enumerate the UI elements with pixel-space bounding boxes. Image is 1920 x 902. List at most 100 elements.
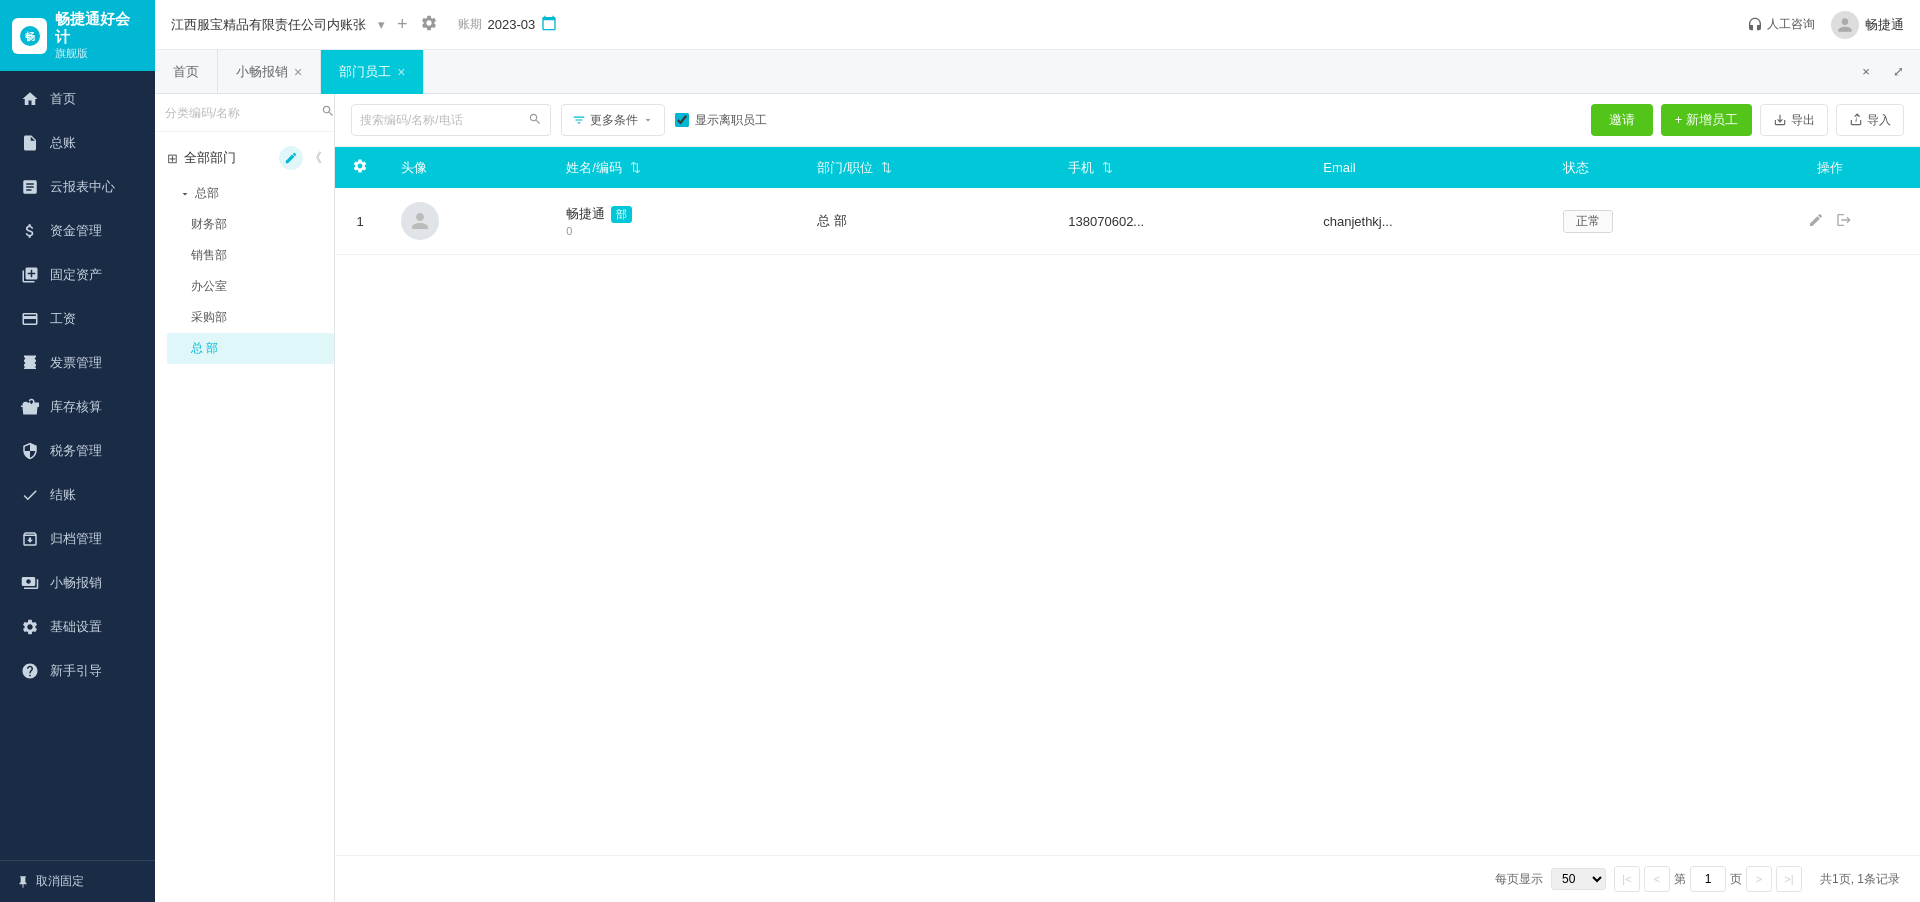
dept-sales-label: 销售部 [191,247,227,264]
table-settings-icon[interactable] [352,162,368,177]
employee-search-icon[interactable] [528,112,542,129]
resigned-checkbox-input[interactable] [675,113,689,127]
topbar-service-button[interactable]: 人工咨询 [1747,16,1815,33]
sidebar-item-label-report: 云报表中心 [50,178,115,196]
sidebar-item-guide[interactable]: 新手引导 [0,649,155,693]
page-next-btn[interactable]: > [1746,866,1772,892]
calendar-icon[interactable] [541,15,557,34]
sidebar-item-fund[interactable]: 资金管理 [0,209,155,253]
col-dept[interactable]: 部门/职位 ⇅ [801,147,1052,188]
col-status: 状态 [1547,147,1741,188]
more-filter-button[interactable]: 更多条件 [561,104,665,136]
dept-sort-icon: ⇅ [881,160,892,175]
tab-employee[interactable]: 部门员工 × [321,50,424,94]
logo-sub: 旗舰版 [55,46,143,61]
employee-search-input[interactable] [360,113,528,127]
settings-icon [20,617,40,637]
topbar-user[interactable]: 畅捷通 [1831,11,1904,39]
employee-table: 头像 姓名/编码 ⇅ 部门/职位 ⇅ 手机 ⇅ [335,147,1920,255]
export-button[interactable]: 导出 [1760,104,1828,136]
sidebar-item-label-salary: 工资 [50,310,76,328]
expense-icon [20,573,40,593]
show-resigned-checkbox[interactable]: 显示离职员工 [675,112,767,129]
invite-button[interactable]: 邀请 [1591,104,1653,136]
filter-label: 更多条件 [590,112,638,129]
dept-all-label: 全部部门 [184,149,236,167]
dept-purchase-label: 采购部 [191,309,227,326]
topbar-dropdown-icon[interactable]: ▾ [378,17,385,32]
dept-collapse-icon[interactable]: 《 [309,149,322,167]
archive-icon [20,529,40,549]
sidebar-item-salary[interactable]: 工资 [0,297,155,341]
dept-item-finance[interactable]: 财务部 [167,209,334,240]
row-avatar [385,188,550,255]
sidebar-item-invoice[interactable]: 发票管理 [0,341,155,385]
dept-parent-item[interactable]: 总部 [167,178,334,209]
sidebar-item-expense[interactable]: 小畅报销 [0,561,155,605]
sidebar-item-asset[interactable]: 固定资产 [0,253,155,297]
export-label: 导出 [1791,112,1815,129]
page-input[interactable] [1690,866,1726,892]
sidebar-pin-button[interactable]: 取消固定 [16,873,139,890]
import-button[interactable]: 导入 [1836,104,1904,136]
dept-search-input[interactable] [165,106,315,120]
sidebar-item-label-archive: 归档管理 [50,530,102,548]
tax-icon [20,441,40,461]
topbar-settings-icon[interactable] [420,14,438,35]
row-status: 正常 [1547,188,1741,255]
sidebar-item-label-fund: 资金管理 [50,222,102,240]
topbar-avatar [1831,11,1859,39]
checkout-icon [20,485,40,505]
tab-expense-label: 小畅报销 [236,63,288,81]
dept-item-headquarters[interactable]: 总 部 [167,333,334,364]
topbar-add-icon[interactable]: + [397,14,408,35]
sidebar-item-ledger[interactable]: 总账 [0,121,155,165]
page-size-select[interactable]: 20 50 100 [1551,868,1606,890]
topbar-right: 人工咨询 畅捷通 [1747,11,1904,39]
col-phone[interactable]: 手机 ⇅ [1052,147,1307,188]
right-panel: 更多条件 显示离职员工 邀请 + 新增员工 导出 [335,94,1920,902]
page-last-btn[interactable]: >| [1776,866,1802,892]
sidebar-item-label-ledger: 总账 [50,134,76,152]
sidebar-item-checkout[interactable]: 结账 [0,473,155,517]
dept-edit-icon[interactable] [279,146,303,170]
content-area: ⊞ 全部部门 《 总部 财务部 销售部 [155,94,1920,902]
row-name: 畅捷通 部 0 [550,188,801,255]
tabbar-controls: × ⤢ [1852,58,1920,86]
sidebar-item-tax[interactable]: 税务管理 [0,429,155,473]
dept-item-sales[interactable]: 销售部 [167,240,334,271]
logo-text-group: 畅捷通好会计 旗舰版 [55,10,143,61]
svg-text:畅: 畅 [25,31,35,42]
sidebar-item-label-checkout: 结账 [50,486,76,504]
dept-search-icon[interactable] [321,104,335,121]
sidebar-item-settings[interactable]: 基础设置 [0,605,155,649]
home-icon [20,89,40,109]
sidebar-item-inventory[interactable]: 库存核算 [0,385,155,429]
col-name[interactable]: 姓名/编码 ⇅ [550,147,801,188]
dept-item-purchase[interactable]: 采购部 [167,302,334,333]
dept-item-office[interactable]: 办公室 [167,271,334,302]
page-prev-btn[interactable]: < [1644,866,1670,892]
dept-all-button[interactable]: ⊞ 全部部门 《 [155,138,334,178]
tab-expand-btn[interactable]: ⤢ [1884,58,1912,86]
add-employee-label: + 新增员工 [1675,111,1738,129]
sidebar-item-home[interactable]: 首页 [0,77,155,121]
pin-icon [16,875,30,889]
page-first-btn[interactable]: |< [1614,866,1640,892]
tab-employee-close[interactable]: × [397,64,405,80]
sidebar-item-report[interactable]: 云报表中心 [0,165,155,209]
add-employee-button[interactable]: + 新增员工 [1661,104,1752,136]
salary-icon [20,309,40,329]
sidebar: 畅 畅捷通好会计 旗舰版 首页 总账 云报表中心 [0,0,155,902]
guide-icon [20,661,40,681]
tab-home[interactable]: 首页 [155,50,218,94]
sidebar-item-archive[interactable]: 归档管理 [0,517,155,561]
asset-icon [20,265,40,285]
edit-icon[interactable] [1808,212,1824,231]
logo-title: 畅捷通好会计 [55,10,143,46]
tab-close-btn[interactable]: × [1852,58,1880,86]
tab-expense[interactable]: 小畅报销 × [218,50,321,94]
logout-icon[interactable] [1836,212,1852,231]
tab-expense-close[interactable]: × [294,64,302,80]
tabbar: 首页 小畅报销 × 部门员工 × × ⤢ [155,50,1920,94]
